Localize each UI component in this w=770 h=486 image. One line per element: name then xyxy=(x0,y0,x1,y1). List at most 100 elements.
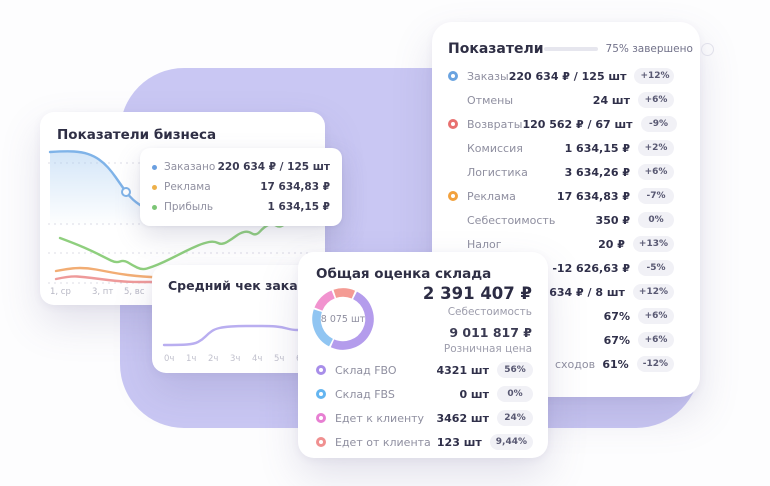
retail-total-label: Розничная цена xyxy=(443,343,532,355)
legend-ring-icon xyxy=(316,437,326,447)
warehouse-legend-row[interactable]: Едет к клиенту 3462 шт 24% xyxy=(316,406,533,430)
legend-label: Едет к клиенту xyxy=(335,411,425,425)
retail-total-value: 9 011 817 ₽ xyxy=(449,325,532,340)
legend-ring-icon xyxy=(316,365,326,375)
metric-value: 3 634,26 ₽ xyxy=(564,165,630,179)
metric-value: -12 626,63 ₽ xyxy=(552,261,630,275)
metric-value: 220 634 ₽ / 125 шт xyxy=(508,69,627,83)
warehouse-legend: Склад FBO 4321 шт 56% Склад FBS 0 шт 0% … xyxy=(316,358,533,454)
tooltip-value: 17 634,83 ₽ xyxy=(260,181,330,193)
chart-tooltip: Заказано 220 634 ₽ / 125 шт Реклама 17 6… xyxy=(140,148,342,226)
metric-label: Комиссия xyxy=(467,141,523,155)
x-tick-label: 1ч xyxy=(186,354,197,364)
metric-change-badge: -12% xyxy=(636,356,674,372)
progress-track xyxy=(543,47,598,51)
metric-ring-icon xyxy=(448,119,458,129)
metric-value: 120 562 ₽ / 67 шт xyxy=(522,117,633,131)
donut-center-label: 8 075 шт xyxy=(320,313,366,325)
metric-change-badge: -7% xyxy=(638,188,674,204)
progress-indicator: 75% завершено xyxy=(543,42,714,56)
legend-label: Склад FBS xyxy=(335,387,395,401)
metric-value: 1 634,15 ₽ xyxy=(564,141,630,155)
tooltip-label: Заказано xyxy=(164,161,216,173)
tooltip-value: 220 634 ₽ / 125 шт xyxy=(217,161,330,173)
warehouse-totals: 2 391 407 ₽ Себестоимость 9 011 817 ₽ Ро… xyxy=(423,284,532,355)
warehouse-card-title: Общая оценка склада xyxy=(316,266,492,282)
metric-change-badge: +6% xyxy=(638,308,674,324)
metric-change-badge: +12% xyxy=(634,68,674,84)
kpi-row[interactable]: Отмены 24 шт +6% xyxy=(448,88,674,112)
kpi-row[interactable]: Логистика 3 634,26 ₽ +6% xyxy=(448,160,674,184)
metric-change-badge: +2% xyxy=(638,140,674,156)
tooltip-value: 1 634,15 ₽ xyxy=(267,201,330,213)
metric-change-badge: -5% xyxy=(638,260,674,276)
metric-value: 350 ₽ xyxy=(595,213,630,227)
series-dot-icon xyxy=(152,164,157,170)
metric-value: 67% xyxy=(603,333,630,347)
tooltip-row: Заказано 220 634 ₽ / 125 шт xyxy=(152,157,330,177)
metric-change-badge: 0% xyxy=(638,212,674,228)
legend-label: Склад FBO xyxy=(335,363,397,377)
metric-value: 4 634 ₽ / 8 шт xyxy=(537,285,625,299)
cost-total-value: 2 391 407 ₽ xyxy=(422,284,532,303)
progress-label: 75% завершено xyxy=(605,43,693,55)
metric-label: Заказы xyxy=(467,69,509,83)
tooltip-label: Прибыль xyxy=(164,201,214,213)
series-dot-icon xyxy=(152,204,157,210)
metric-label: Себестоимость xyxy=(467,213,556,227)
x-tick-label: 4ч xyxy=(252,354,263,364)
metric-change-badge: +13% xyxy=(632,236,674,252)
warehouse-legend-row[interactable]: Склад FBS 0 шт 0% xyxy=(316,382,533,406)
legend-label: Едет от клиента xyxy=(335,435,431,449)
metric-label: Отмены xyxy=(467,93,514,107)
legend-ring-icon xyxy=(316,389,326,399)
x-tick-label: 2ч xyxy=(208,354,219,364)
kpi-row[interactable]: Возвраты 120 562 ₽ / 67 шт -9% xyxy=(448,112,677,136)
warehouse-card: Общая оценка склада 8 075 шт 2 391 407 ₽… xyxy=(298,252,548,458)
metric-value: 24 шт xyxy=(592,93,630,107)
kpi-header: Показатели 75% завершено xyxy=(432,22,714,63)
dashboard-stage: Показатели бизнеса 1, ср 3, пт 5, вс Заказ… xyxy=(0,0,770,486)
metric-value: 17 634,83 ₽ xyxy=(556,189,630,203)
x-tick-label: 3ч xyxy=(230,354,241,364)
metric-label: Возвраты xyxy=(467,117,523,131)
legend-value: 3462 шт xyxy=(436,411,489,425)
tooltip-row: Реклама 17 634,83 ₽ xyxy=(152,177,330,197)
legend-pct-badge: 24% xyxy=(497,410,533,426)
legend-ring-icon xyxy=(316,413,326,423)
legend-value: 4321 шт xyxy=(436,363,489,377)
metric-change-badge: +6% xyxy=(638,92,674,108)
x-tick-label: 5, вс xyxy=(124,287,145,297)
metric-label: Логистика xyxy=(467,165,528,179)
metric-value: 20 ₽ xyxy=(598,237,625,251)
warehouse-legend-row[interactable]: Склад FBO 4321 шт 56% xyxy=(316,358,533,382)
business-card-title: Показатели бизнеса xyxy=(57,127,217,143)
metric-label: Реклама xyxy=(467,189,516,203)
metric-change-badge: +6% xyxy=(638,332,674,348)
kpi-row[interactable]: Заказы 220 634 ₽ / 125 шт +12% xyxy=(448,64,674,88)
legend-value: 123 шт xyxy=(436,435,482,449)
kpi-card-title: Показатели xyxy=(448,41,544,57)
progress-status-icon[interactable] xyxy=(700,42,714,56)
x-tick-label: 5ч xyxy=(274,354,285,364)
tooltip-row: Прибыль 1 634,15 ₽ xyxy=(152,197,330,217)
legend-pct-badge: 9,44% xyxy=(489,434,533,450)
legend-value: 0 шт xyxy=(459,387,489,401)
x-tick-label: 0ч xyxy=(164,354,175,364)
metric-change-badge: -9% xyxy=(640,116,677,132)
metric-change-badge: +6% xyxy=(638,164,674,180)
legend-pct-badge: 0% xyxy=(497,386,533,402)
warehouse-legend-row[interactable]: Едет от клиента 123 шт 9,44% xyxy=(316,430,533,454)
metric-ring-icon xyxy=(448,191,458,201)
kpi-row[interactable]: Себестоимость 350 ₽ 0% xyxy=(448,208,674,232)
metric-value: 61% xyxy=(602,357,629,371)
avg-check-x-axis: 0ч1ч2ч3ч4ч5ч6ч xyxy=(164,354,318,364)
metric-label: Налог xyxy=(467,237,502,251)
metric-value: 67% xyxy=(603,309,630,323)
legend-pct-badge: 56% xyxy=(497,362,533,378)
kpi-row[interactable]: Реклама 17 634,83 ₽ -7% xyxy=(448,184,674,208)
x-tick-label: 3, пт xyxy=(92,287,114,297)
cost-total-label: Себестоимость xyxy=(447,306,532,318)
kpi-row[interactable]: Комиссия 1 634,15 ₽ +2% xyxy=(448,136,674,160)
series-dot-icon xyxy=(152,184,157,190)
